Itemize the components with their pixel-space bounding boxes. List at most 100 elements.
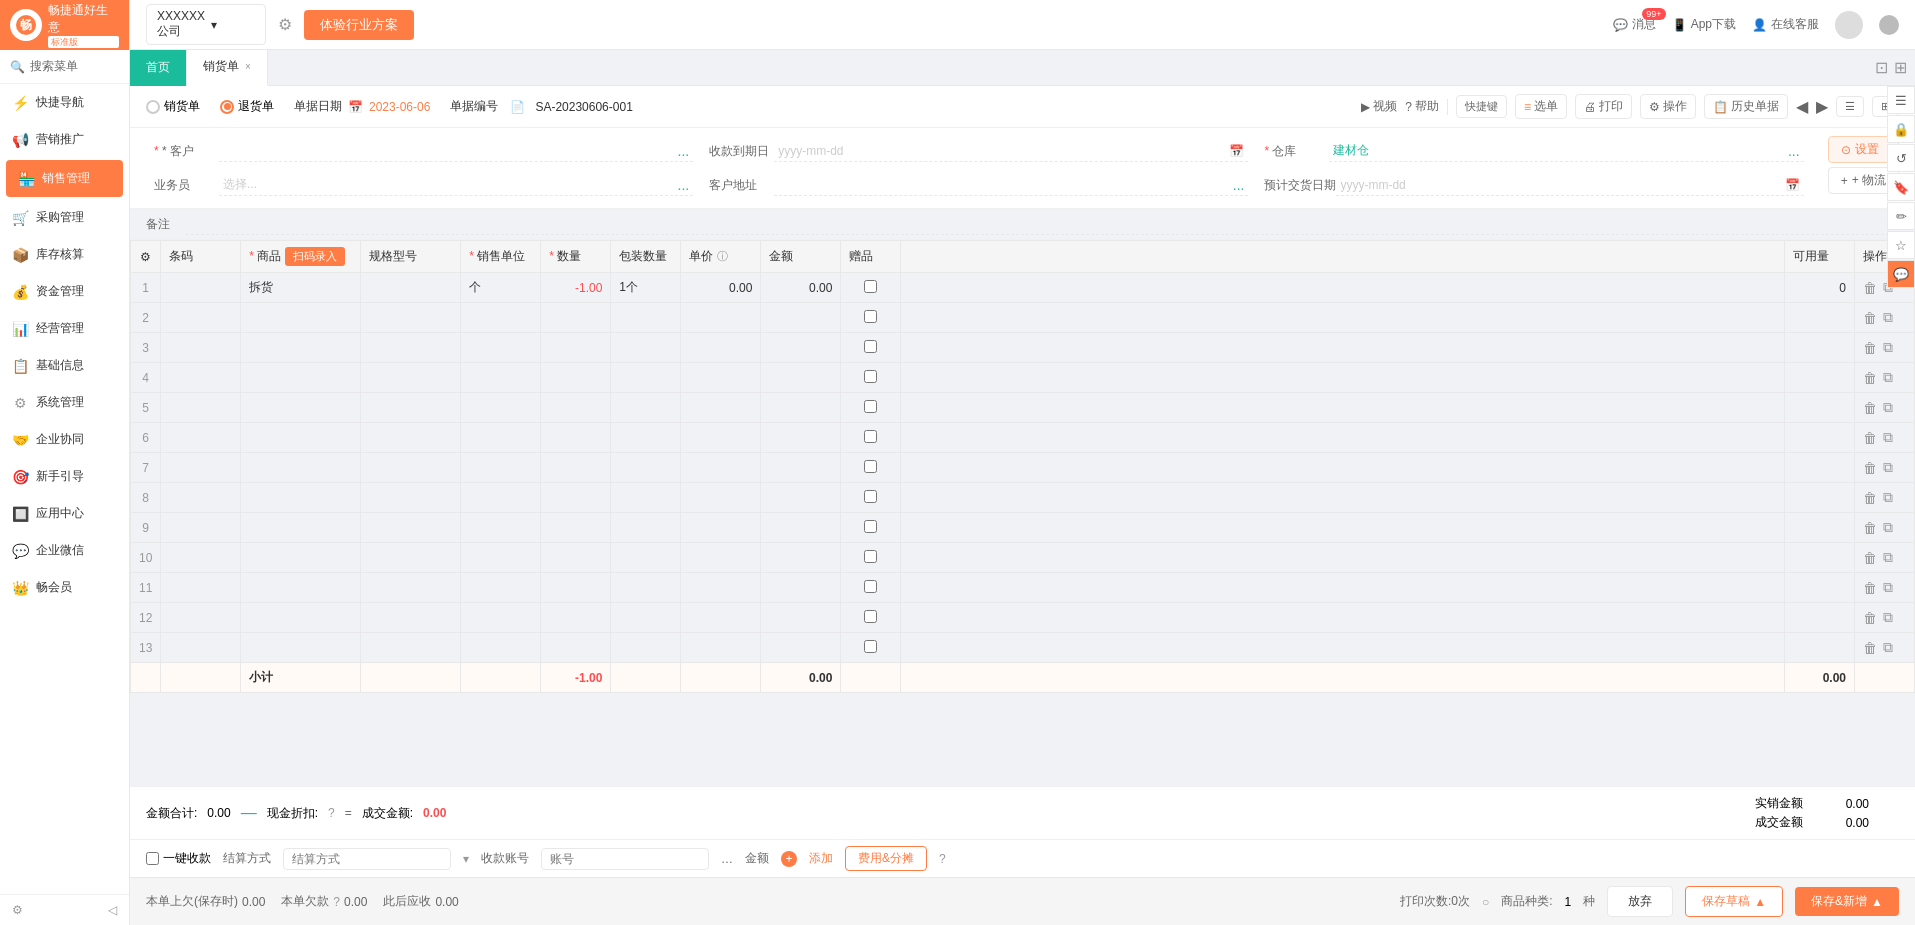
row-product[interactable]	[241, 483, 361, 513]
row-qty[interactable]: -1.00	[541, 273, 611, 303]
sidebar-item-operations[interactable]: 📊 经营管理	[0, 310, 129, 347]
row-pkg[interactable]	[611, 363, 681, 393]
row-spec[interactable]	[361, 603, 461, 633]
row-spec[interactable]	[361, 543, 461, 573]
help-link[interactable]: ? 帮助	[1405, 98, 1439, 115]
row-barcode[interactable]	[161, 423, 241, 453]
row-barcode[interactable]	[161, 363, 241, 393]
row-qty[interactable]	[541, 513, 611, 543]
sidebar-item-enterprise[interactable]: 🤝 企业协同	[0, 421, 129, 458]
gift-checkbox[interactable]	[864, 640, 877, 653]
row-pkg[interactable]	[611, 513, 681, 543]
trial-button[interactable]: 体验行业方案	[304, 10, 414, 40]
row-product[interactable]	[241, 333, 361, 363]
salesperson-input[interactable]: 选择... ...	[219, 174, 693, 196]
gift-checkbox[interactable]	[864, 610, 877, 623]
delete-icon[interactable]: 🗑	[1863, 400, 1877, 416]
row-amount[interactable]	[761, 543, 841, 573]
shortcut-btn[interactable]: 快捷键	[1456, 95, 1507, 118]
list-view-btn[interactable]: ☰	[1836, 96, 1864, 117]
row-gift[interactable]	[841, 513, 901, 543]
one-click-payment[interactable]: 一键收款	[146, 850, 211, 867]
warehouse-ellipsis[interactable]: ...	[1788, 143, 1800, 159]
sidebar-item-marketing[interactable]: 📢 营销推广	[0, 121, 129, 158]
copy-icon[interactable]: ⧉	[1883, 309, 1893, 326]
delete-icon[interactable]: 🗑	[1863, 550, 1877, 566]
expected-delivery-input[interactable]: yyyy-mm-dd 📅	[1336, 174, 1803, 196]
row-product[interactable]	[241, 543, 361, 573]
sidebar-collapse-icon[interactable]: ◁	[108, 903, 117, 917]
row-product[interactable]	[241, 453, 361, 483]
row-barcode[interactable]	[161, 453, 241, 483]
customer-addr-input[interactable]: ...	[774, 174, 1248, 196]
tab-expand-icon[interactable]: ⊡	[1875, 58, 1888, 77]
row-spec[interactable]	[361, 393, 461, 423]
row-gift[interactable]	[841, 333, 901, 363]
row-pkg[interactable]	[611, 633, 681, 663]
row-price[interactable]	[681, 303, 761, 333]
row-pkg[interactable]: 1个	[611, 273, 681, 303]
right-panel-refresh-icon[interactable]: ↺	[1887, 144, 1915, 172]
row-amount[interactable]	[761, 483, 841, 513]
row-barcode[interactable]	[161, 393, 241, 423]
row-pkg[interactable]	[611, 333, 681, 363]
gift-checkbox[interactable]	[864, 580, 877, 593]
row-spec[interactable]	[361, 333, 461, 363]
copy-icon[interactable]: ⧉	[1883, 399, 1893, 416]
row-unit[interactable]	[461, 363, 541, 393]
row-price[interactable]	[681, 513, 761, 543]
row-price[interactable]	[681, 363, 761, 393]
row-amount[interactable]	[761, 303, 841, 333]
sidebar-item-apps[interactable]: 🔲 应用中心	[0, 495, 129, 532]
row-spec[interactable]	[361, 423, 461, 453]
settlement-method-input[interactable]	[283, 848, 451, 870]
col-settings[interactable]: ⚙	[131, 241, 161, 273]
tab-sales-order[interactable]: 销货单 ×	[187, 50, 268, 86]
note-input[interactable]	[186, 213, 1899, 235]
row-amount[interactable]	[761, 363, 841, 393]
row-unit[interactable]: 个	[461, 273, 541, 303]
sidebar-item-inventory[interactable]: 📦 库存核算	[0, 236, 129, 273]
salesperson-ellipsis[interactable]: ...	[678, 177, 690, 193]
copy-icon[interactable]: ⧉	[1883, 549, 1893, 566]
row-price[interactable]	[681, 393, 761, 423]
company-selector[interactable]: XXXXXX公司 ▾	[146, 4, 266, 45]
delete-icon[interactable]: 🗑	[1863, 280, 1877, 296]
copy-icon[interactable]: ⧉	[1883, 369, 1893, 386]
row-amount[interactable]	[761, 423, 841, 453]
row-product[interactable]	[241, 573, 361, 603]
gift-checkbox[interactable]	[864, 310, 877, 323]
row-pkg[interactable]	[611, 303, 681, 333]
right-panel-edit-icon[interactable]: ✏	[1887, 202, 1915, 230]
settlement-dropdown-icon[interactable]: ▾	[463, 852, 469, 866]
gift-checkbox[interactable]	[864, 550, 877, 563]
row-unit[interactable]	[461, 633, 541, 663]
customer-ellipsis[interactable]: ...	[678, 143, 690, 159]
row-barcode[interactable]	[161, 573, 241, 603]
row-gift[interactable]	[841, 633, 901, 663]
sidebar-item-finance[interactable]: 💰 资金管理	[0, 273, 129, 310]
save-new-button[interactable]: 保存&新增 ▲	[1795, 887, 1899, 916]
user-avatar[interactable]	[1835, 11, 1863, 39]
right-panel-lock-icon[interactable]: 🔒	[1887, 115, 1915, 143]
delete-icon[interactable]: 🗑	[1863, 460, 1877, 476]
settings-icon[interactable]: ⚙	[278, 15, 292, 34]
row-unit[interactable]	[461, 603, 541, 633]
video-link[interactable]: ▶ 视频	[1361, 98, 1397, 115]
row-spec[interactable]	[361, 483, 461, 513]
row-price[interactable]: 0.00	[681, 273, 761, 303]
right-panel-star-icon[interactable]: ☆	[1887, 231, 1915, 259]
row-product[interactable]	[241, 363, 361, 393]
gift-checkbox[interactable]	[864, 340, 877, 353]
row-product[interactable]	[241, 423, 361, 453]
row-amount[interactable]	[761, 633, 841, 663]
row-pkg[interactable]	[611, 393, 681, 423]
row-gift[interactable]	[841, 303, 901, 333]
copy-icon[interactable]: ⧉	[1883, 339, 1893, 356]
sidebar-item-wechat[interactable]: 💬 企业微信	[0, 532, 129, 569]
operate-btn[interactable]: ⚙ 操作	[1640, 94, 1696, 119]
row-spec[interactable]	[361, 303, 461, 333]
row-qty[interactable]	[541, 633, 611, 663]
row-price[interactable]	[681, 543, 761, 573]
delete-icon[interactable]: 🗑	[1863, 310, 1877, 326]
